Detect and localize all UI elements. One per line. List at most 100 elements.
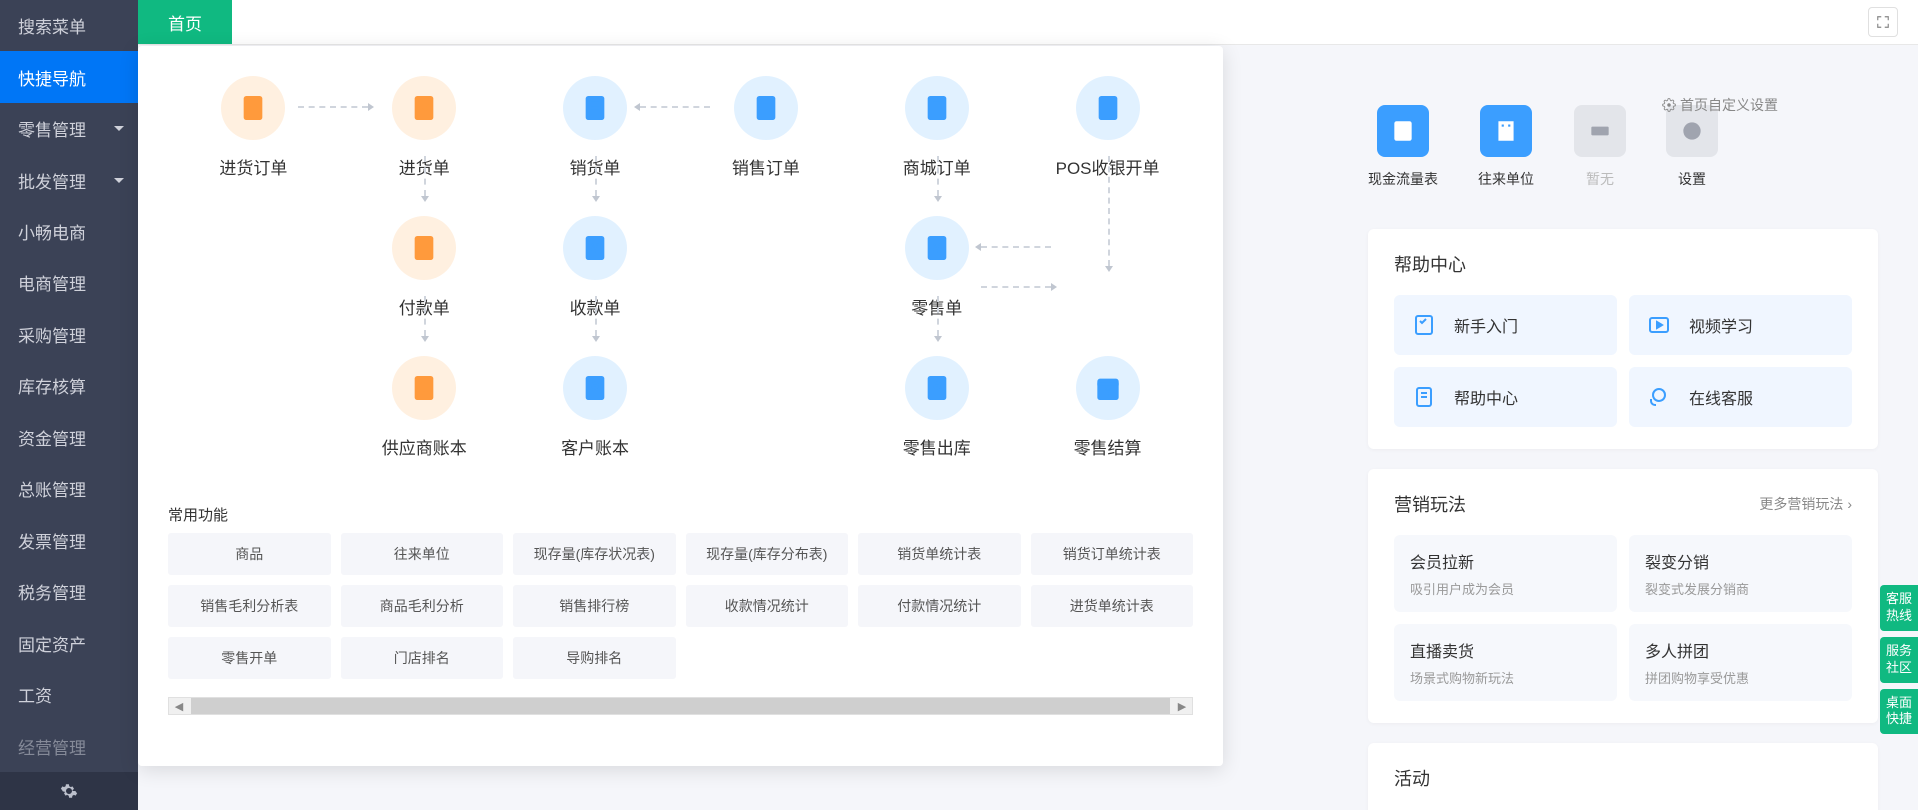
mk-live[interactable]: 直播卖货场景式购物新玩法 xyxy=(1394,624,1617,701)
document-icon xyxy=(1076,76,1140,140)
sidebar-item-invoice[interactable]: 发票管理 xyxy=(0,515,138,566)
common-btn[interactable]: 导购排名 xyxy=(513,637,676,679)
flow-retail-slip[interactable]: ¥零售单 xyxy=(851,206,1022,346)
sidebar-item-retail[interactable]: 零售管理 xyxy=(0,103,138,154)
common-btn[interactable]: 收款情况统计 xyxy=(686,585,849,627)
scroll-left-icon[interactable]: ◀ xyxy=(169,698,189,714)
float-hotline[interactable]: 客服热线 xyxy=(1880,585,1918,631)
tab-home[interactable]: 首页 xyxy=(138,0,232,44)
supplier-icon: 供 xyxy=(392,356,456,420)
checklist-icon xyxy=(1412,313,1436,337)
common-btn[interactable]: 销售毛利分析表 xyxy=(168,585,331,627)
sidebar-item-label: 小畅电商 xyxy=(18,219,86,244)
shortcut-cashflow[interactable]: 现金流量表 xyxy=(1368,105,1438,189)
common-btn[interactable]: 门店排名 xyxy=(341,637,504,679)
shortcut-label: 现金流量表 xyxy=(1368,169,1438,189)
help-newbie[interactable]: 新手入门 xyxy=(1394,295,1617,355)
flow-purchase-order[interactable]: 进货订单 xyxy=(168,66,339,206)
sidebar-item-label: 固定资产 xyxy=(18,631,86,656)
sidebar-item-inventory[interactable]: 库存核算 xyxy=(0,360,138,411)
common-btn[interactable]: 零售开单 xyxy=(168,637,331,679)
flow-mall-order[interactable]: 商城订单 xyxy=(851,66,1022,206)
sidebar-item-ecomm1[interactable]: 小畅电商 xyxy=(0,206,138,257)
shortcut-partners[interactable]: 往来单位 xyxy=(1478,105,1534,189)
sidebar-item-salary[interactable]: 工资 xyxy=(0,669,138,720)
common-btn[interactable]: 商品 xyxy=(168,533,331,575)
sidebar-item-search[interactable]: 搜索菜单 xyxy=(0,0,138,51)
sidebar-item-tax[interactable]: 税务管理 xyxy=(0,566,138,617)
float-community[interactable]: 服务社区 xyxy=(1880,637,1918,683)
flow-customer-ledger[interactable]: 客户账本 xyxy=(510,346,681,486)
sidebar-item-assets[interactable]: 固定资产 xyxy=(0,617,138,668)
common-btn[interactable]: 往来单位 xyxy=(341,533,504,575)
sidebar-item-operation[interactable]: 经营管理 xyxy=(0,720,138,771)
horizontal-scrollbar[interactable]: ◀ ▶ xyxy=(168,697,1193,715)
common-btn[interactable]: 进货单统计表 xyxy=(1031,585,1194,627)
common-btn[interactable]: 付款情况统计 xyxy=(858,585,1021,627)
mk-title: 会员拉新 xyxy=(1410,549,1601,573)
mk-member[interactable]: 会员拉新吸引用户成为会员 xyxy=(1394,535,1617,612)
sidebar-item-label: 快捷导航 xyxy=(18,65,86,90)
document-in-icon xyxy=(221,76,285,140)
sidebar-item-label: 资金管理 xyxy=(18,425,86,450)
mk-title: 裂变分销 xyxy=(1645,549,1836,573)
scroll-right-icon[interactable]: ▶ xyxy=(1172,698,1192,714)
custom-settings-link[interactable]: 首页自定义设置 xyxy=(1662,95,1778,115)
sidebar-item-quicknav[interactable]: 快捷导航 xyxy=(0,51,138,102)
common-btn[interactable]: 现存量(库存分布表) xyxy=(686,533,849,575)
common-btn[interactable]: 现存量(库存状况表) xyxy=(513,533,676,575)
placeholder-icon xyxy=(1574,105,1626,157)
sidebar-item-ecomm2[interactable]: 电商管理 xyxy=(0,257,138,308)
chevron-down-icon xyxy=(114,178,124,183)
mk-sub: 场景式购物新玩法 xyxy=(1410,668,1601,687)
help-support[interactable]: 在线客服 xyxy=(1629,367,1852,427)
help-video[interactable]: 视频学习 xyxy=(1629,295,1852,355)
chevron-down-icon xyxy=(114,126,124,131)
sidebar-item-wholesale[interactable]: 批发管理 xyxy=(0,154,138,205)
float-desktop[interactable]: 桌面快捷 xyxy=(1880,689,1918,735)
flow-label: 供应商账本 xyxy=(382,434,467,459)
flow-label: 零售出库 xyxy=(903,434,971,459)
flow-pos-order[interactable]: POS收银开单 xyxy=(1022,66,1193,206)
flow-supplier-ledger[interactable]: 供供应商账本 xyxy=(339,346,510,486)
sidebar-item-label: 总账管理 xyxy=(18,476,86,501)
flow-payment-slip[interactable]: ¥付款单 xyxy=(339,206,510,346)
flow-retail-outbound[interactable]: 零售出库 xyxy=(851,346,1022,486)
gear-icon xyxy=(60,782,78,800)
quicknav-popover: 进货订单 进货单 销货单 销售订单 商城订单 POS收银开单 ¥付款单 xyxy=(138,46,1223,766)
shortcut-label: 暂无 xyxy=(1586,169,1614,189)
common-btn[interactable]: 商品毛利分析 xyxy=(341,585,504,627)
mk-groupbuy[interactable]: 多人拼团拼团购物享受优惠 xyxy=(1629,624,1852,701)
sidebar-item-ledger[interactable]: 总账管理 xyxy=(0,463,138,514)
common-btn[interactable]: 销货订单统计表 xyxy=(1031,533,1194,575)
marketing-title: 营销玩法 xyxy=(1394,491,1466,517)
shortcut-settings[interactable]: 设置 xyxy=(1666,105,1718,189)
sidebar-item-funds[interactable]: 资金管理 xyxy=(0,412,138,463)
common-btn[interactable]: 销售排行榜 xyxy=(513,585,676,627)
help-label: 在线客服 xyxy=(1689,385,1753,409)
sidebar-item-label: 经营管理 xyxy=(18,734,86,759)
flow-purchase-slip[interactable]: 进货单 xyxy=(339,66,510,206)
marketing-more-link[interactable]: 更多营销玩法 › xyxy=(1759,494,1852,514)
flow-diagram: 进货订单 进货单 销货单 销售订单 商城订单 POS收银开单 ¥付款单 xyxy=(138,66,1223,486)
sidebar: 搜索菜单 快捷导航 零售管理 批发管理 小畅电商 电商管理 采购管理 库存核算 … xyxy=(0,0,138,810)
sidebar-item-label: 库存核算 xyxy=(18,373,86,398)
flow-receipt-slip[interactable]: ¥收款单 xyxy=(510,206,681,346)
svg-text:¥: ¥ xyxy=(590,240,600,257)
mk-title: 直播卖货 xyxy=(1410,638,1601,662)
user-doc-icon xyxy=(563,356,627,420)
sidebar-settings[interactable] xyxy=(0,772,138,810)
shortcut-empty[interactable]: 暂无 xyxy=(1574,105,1626,189)
mk-distribution[interactable]: 裂变分销裂变式发展分销商 xyxy=(1629,535,1852,612)
flow-retail-settlement[interactable]: ¥零售结算 xyxy=(1022,346,1193,486)
sidebar-item-label: 采购管理 xyxy=(18,322,86,347)
common-btn[interactable]: 销货单统计表 xyxy=(858,533,1021,575)
flow-sales-slip[interactable]: 销货单 xyxy=(510,66,681,206)
help-center[interactable]: 帮助中心 xyxy=(1394,367,1617,427)
sidebar-item-purchase[interactable]: 采购管理 xyxy=(0,309,138,360)
flow-label: 零售结算 xyxy=(1074,434,1142,459)
sidebar-item-label: 搜索菜单 xyxy=(18,13,86,38)
fullscreen-button[interactable] xyxy=(1868,7,1898,37)
flow-sales-order[interactable]: 销售订单 xyxy=(680,66,851,206)
scroll-track[interactable] xyxy=(191,698,1170,714)
